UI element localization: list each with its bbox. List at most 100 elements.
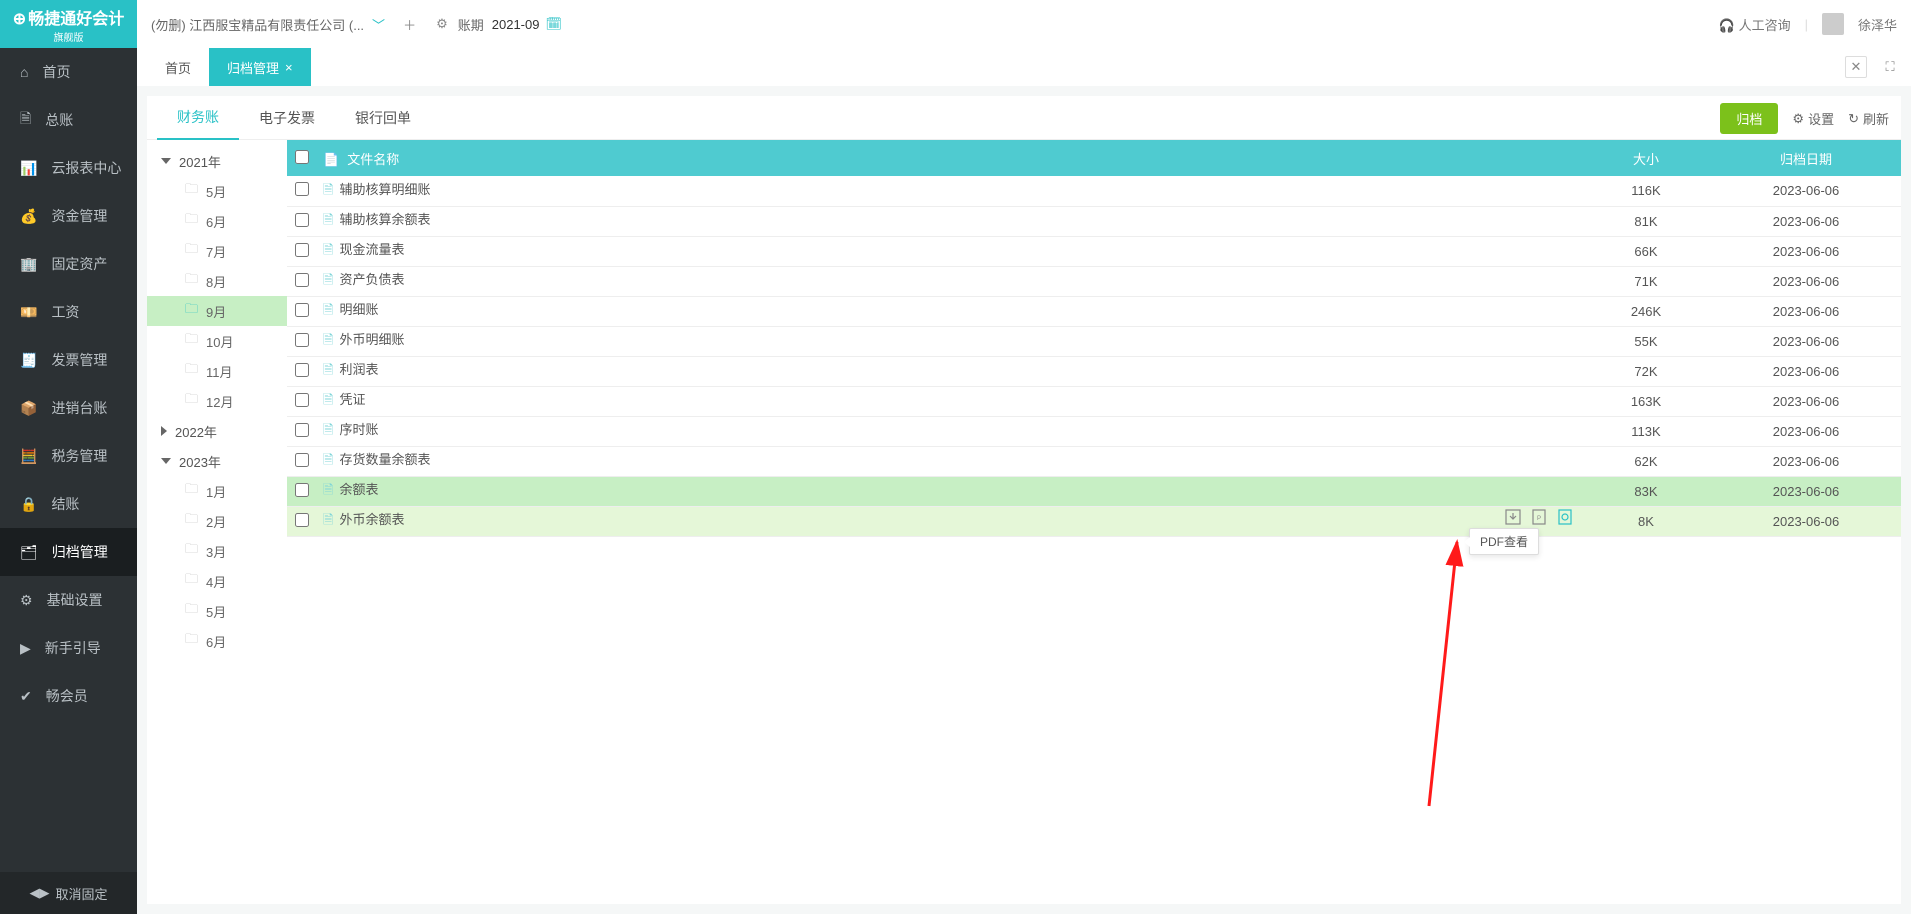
table-row[interactable]: 🗎利润表72K2023-06-06 [287,356,1901,386]
sidebar-icon: 🏢 [20,256,37,273]
sidebar-item-1[interactable]: 🗎总账 [0,96,137,144]
row-checkbox[interactable] [295,273,309,287]
table-row[interactable]: 🗎辅助核算明细账116K2023-06-06 [287,176,1901,206]
table-row[interactable]: 🗎存货数量余额表62K2023-06-06 [287,446,1901,476]
table-row[interactable]: 🗎余额表83K2023-06-06 [287,476,1901,506]
tree-month[interactable]: 🗀4月 [147,566,287,596]
file-icon: 🗎 [323,212,333,227]
sidebar-item-6[interactable]: 🧾发票管理 [0,336,137,384]
row-checkbox[interactable] [295,363,309,377]
sidebar-item-7[interactable]: 📦进销台账 [0,384,137,432]
folder-tree: 2021年🗀5月🗀6月🗀7月🗀8月🗀9月🗀10月🗀11月🗀12月2022年202… [147,140,287,904]
tree-month[interactable]: 🗀6月 [147,626,287,656]
table-row[interactable]: 🗎凭证163K2023-06-06 [287,386,1901,416]
col-checkbox[interactable] [287,140,317,176]
tree-month[interactable]: 🗀9月 [147,296,287,326]
logo[interactable]: ⊕畅捷通好会计 旗舰版 [0,0,137,48]
company-selector[interactable]: (勿删) 江西服宝精品有限责任公司 (... [151,15,364,34]
tree-month[interactable]: 🗀3月 [147,536,287,566]
subtab-bank[interactable]: 银行回单 [335,96,431,140]
settings-button[interactable]: ⚙设置 [1792,109,1834,128]
sidebar-item-0[interactable]: ⌂首页 [0,48,137,96]
row-checkbox[interactable] [295,213,309,227]
tree-month[interactable]: 🗀8月 [147,266,287,296]
row-checkbox[interactable] [295,453,309,467]
col-size[interactable]: 大小 [1581,140,1711,176]
table-row[interactable]: 🗎明细账246K2023-06-06 [287,296,1901,326]
col-date[interactable]: 归档日期 [1711,140,1901,176]
plus-icon[interactable]: ＋ [403,15,416,34]
tree-year[interactable]: 2021年 [147,146,287,176]
file-size: 163K [1581,386,1711,416]
sidebar-item-10[interactable]: 🗂归档管理 [0,528,137,576]
refresh-button[interactable]: ↻刷新 [1848,109,1889,128]
download-excel-icon[interactable] [1505,509,1521,525]
chevron-right-icon [161,426,167,436]
file-icon: 🗎 [323,452,333,467]
file-name: 利润表 [339,362,378,377]
table-row[interactable]: 🗎资产负债表71K2023-06-06 [287,266,1901,296]
tree-month[interactable]: 🗀1月 [147,476,287,506]
row-checkbox[interactable] [295,513,309,527]
file-size: 72K [1581,356,1711,386]
col-filename[interactable]: 📄文件名称 [317,140,1581,176]
close-all-button[interactable]: ✕ [1845,56,1867,78]
tree-month[interactable]: 🗀12月 [147,386,287,416]
folder-icon: 🗀 [185,540,198,562]
avatar[interactable] [1822,13,1844,35]
fullscreen-icon[interactable]: ⛶ [1879,56,1901,78]
sidebar-icon: 🗂 [20,544,38,561]
pdf-view-icon[interactable] [1557,509,1573,525]
file-size: 8K [1581,506,1711,536]
tab-archive[interactable]: 归档管理× [209,48,311,86]
subtab-finance[interactable]: 财务账 [157,96,239,140]
tree-month[interactable]: 🗀5月 [147,176,287,206]
sidebar: ⌂首页🗎总账📊云报表中心💰资金管理🏢固定资产💴工资🧾发票管理📦进销台账🧮税务管理… [0,48,137,914]
sidebar-item-13[interactable]: ✔畅会员 [0,672,137,720]
row-checkbox[interactable] [295,333,309,347]
table-row[interactable]: 🗎外币余额表P8K2023-06-06 [287,506,1901,536]
download-pdf-icon[interactable]: P [1531,509,1547,525]
table-row[interactable]: 🗎外币明细账55K2023-06-06 [287,326,1901,356]
tree-month[interactable]: 🗀5月 [147,596,287,626]
sidebar-item-12[interactable]: ▶新手引导 [0,624,137,672]
file-date: 2023-06-06 [1711,176,1901,206]
sidebar-item-5[interactable]: 💴工资 [0,288,137,336]
tree-month[interactable]: 🗀2月 [147,506,287,536]
subtab-einvoice[interactable]: 电子发票 [239,96,335,140]
table-row[interactable]: 🗎序时账113K2023-06-06 [287,416,1901,446]
archive-button[interactable]: 归档 [1720,103,1778,134]
sidebar-item-11[interactable]: ⚙基础设置 [0,576,137,624]
help-link[interactable]: 🎧 人工咨询 [1719,15,1791,34]
user-name[interactable]: 徐泽华 [1858,15,1897,34]
close-icon[interactable]: × [285,60,293,75]
table-row[interactable]: 🗎现金流量表66K2023-06-06 [287,236,1901,266]
sidebar-item-8[interactable]: 🧮税务管理 [0,432,137,480]
tree-year[interactable]: 2022年 [147,416,287,446]
row-checkbox[interactable] [295,243,309,257]
folder-icon: 🗀 [185,210,198,232]
tree-month[interactable]: 🗀11月 [147,356,287,386]
tree-month[interactable]: 🗀7月 [147,236,287,266]
row-checkbox[interactable] [295,393,309,407]
sidebar-icon: 🧾 [20,352,37,369]
row-checkbox[interactable] [295,182,309,196]
row-checkbox[interactable] [295,303,309,317]
file-size: 113K [1581,416,1711,446]
chevron-down-icon[interactable]: ﹀ [372,15,385,34]
row-checkbox[interactable] [295,483,309,497]
tree-month[interactable]: 🗀10月 [147,326,287,356]
sidebar-item-9[interactable]: 🔒结账 [0,480,137,528]
gear-icon[interactable]: ⚙ [436,16,448,32]
table-row[interactable]: 🗎辅助核算余额表81K2023-06-06 [287,206,1901,236]
tree-year[interactable]: 2023年 [147,446,287,476]
calendar-icon[interactable]: 🗓 [545,16,562,32]
tree-month[interactable]: 🗀6月 [147,206,287,236]
sidebar-item-3[interactable]: 💰资金管理 [0,192,137,240]
tab-home[interactable]: 首页 [147,48,209,86]
sidebar-item-4[interactable]: 🏢固定资产 [0,240,137,288]
sidebar-item-2[interactable]: 📊云报表中心 [0,144,137,192]
period-value[interactable]: 2021-09 [492,17,540,32]
row-checkbox[interactable] [295,423,309,437]
sidebar-unpin[interactable]: ◀▶取消固定 [0,872,137,914]
